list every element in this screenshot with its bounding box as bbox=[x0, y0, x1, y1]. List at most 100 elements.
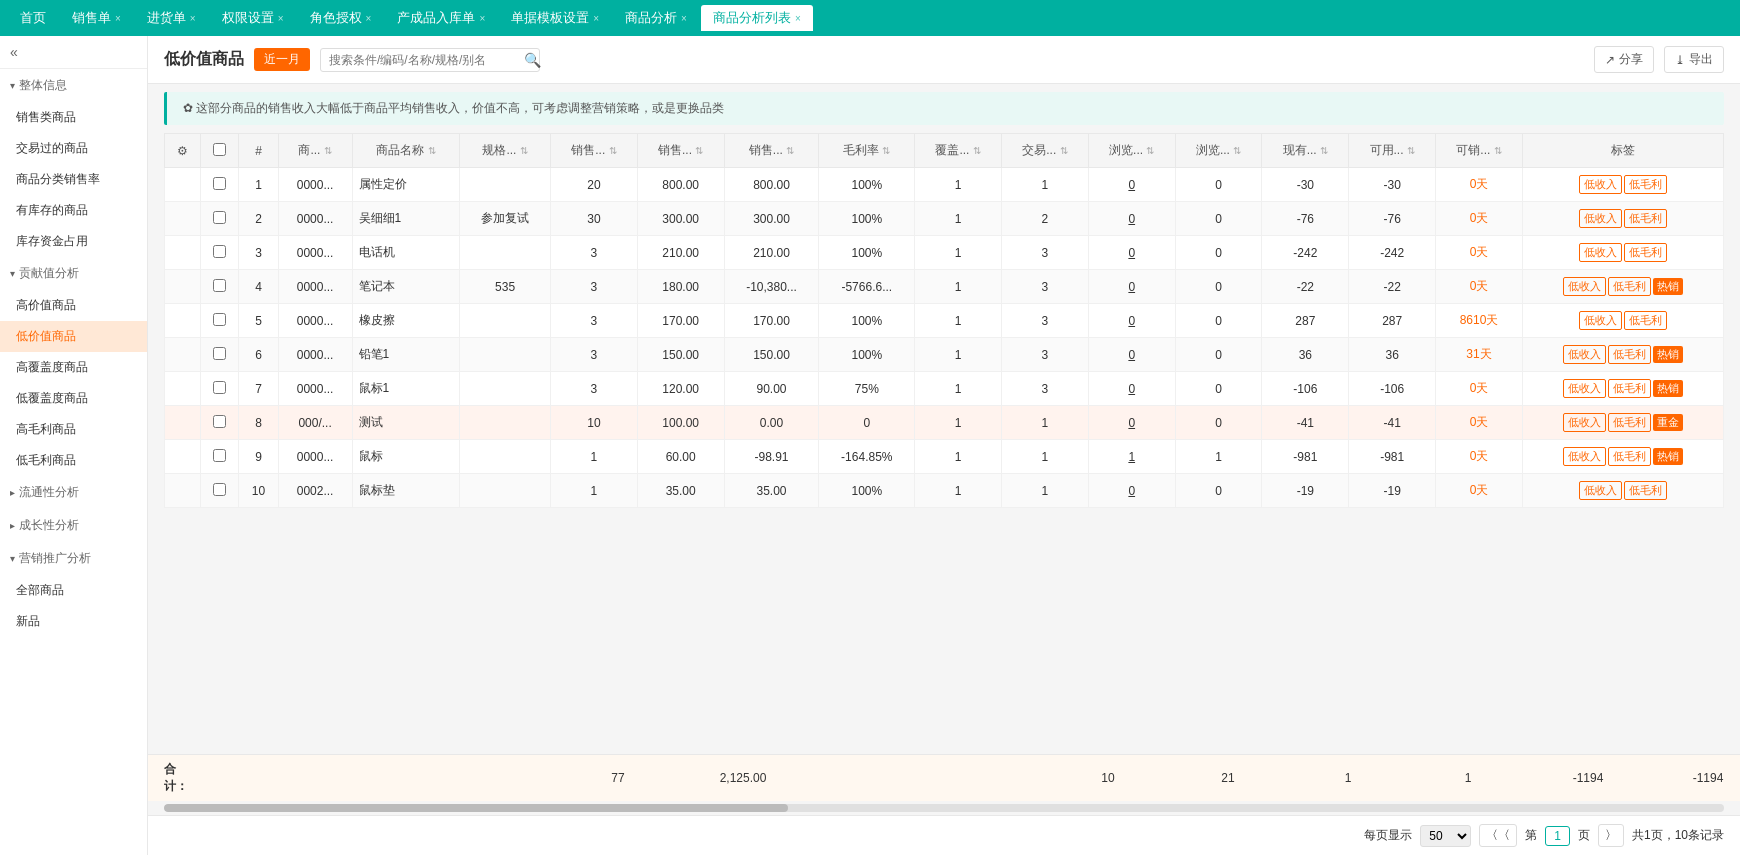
cell-checkbox[interactable] bbox=[200, 474, 239, 508]
export-button[interactable]: ⤓ 导出 bbox=[1664, 46, 1724, 73]
nav-roles[interactable]: 角色授权 × bbox=[298, 5, 384, 31]
sidebar-item-high-margin[interactable]: 高毛利商品 bbox=[0, 414, 147, 445]
sidebar-group-marketing[interactable]: ▾ 营销推广分析 bbox=[0, 542, 147, 575]
nav-close-icon[interactable]: × bbox=[681, 13, 687, 24]
col-gross[interactable]: 毛利率 ⇅ bbox=[819, 134, 915, 168]
nav-home[interactable]: 首页 bbox=[8, 5, 58, 31]
row-checkbox[interactable] bbox=[213, 211, 226, 224]
nav-close-icon[interactable]: × bbox=[795, 13, 801, 24]
nav-permissions[interactable]: 权限设置 × bbox=[210, 5, 296, 31]
sidebar-group-overall[interactable]: ▾ 整体信息 bbox=[0, 69, 147, 102]
nav-goods-analysis[interactable]: 商品分析 × bbox=[613, 5, 699, 31]
nav-close-icon[interactable]: × bbox=[278, 13, 284, 24]
share-button[interactable]: ↗ 分享 bbox=[1594, 46, 1654, 73]
col-browse1[interactable]: 浏览... ⇅ bbox=[1088, 134, 1175, 168]
row-checkbox[interactable] bbox=[213, 177, 226, 190]
cell-checkbox[interactable] bbox=[200, 440, 239, 474]
cell-checkbox[interactable] bbox=[200, 372, 239, 406]
filter-month-btn[interactable]: 近一月 bbox=[254, 48, 310, 71]
col-browse2[interactable]: 浏览... ⇅ bbox=[1175, 134, 1262, 168]
next-page-btn[interactable]: 〉 bbox=[1598, 824, 1624, 847]
nav-close-icon[interactable]: × bbox=[593, 13, 599, 24]
col-trans[interactable]: 交易... ⇅ bbox=[1002, 134, 1089, 168]
browse1-link[interactable]: 0 bbox=[1128, 246, 1135, 260]
row-checkbox[interactable] bbox=[213, 245, 226, 258]
nav-purchase[interactable]: 进货单 × bbox=[135, 5, 208, 31]
cell-checkbox[interactable] bbox=[200, 406, 239, 440]
row-checkbox[interactable] bbox=[213, 381, 226, 394]
col-coverage[interactable]: 覆盖... ⇅ bbox=[915, 134, 1002, 168]
cell-browse1[interactable]: 0 bbox=[1088, 270, 1175, 304]
cell-checkbox[interactable] bbox=[200, 304, 239, 338]
col-sale2[interactable]: 销售... ⇅ bbox=[637, 134, 724, 168]
sidebar-item-low-coverage[interactable]: 低覆盖度商品 bbox=[0, 383, 147, 414]
col-spec[interactable]: 规格... ⇅ bbox=[460, 134, 551, 168]
cell-checkbox[interactable] bbox=[200, 202, 239, 236]
select-all-checkbox[interactable] bbox=[213, 143, 226, 156]
nav-products-in[interactable]: 产成品入库单 × bbox=[385, 5, 497, 31]
row-checkbox[interactable] bbox=[213, 483, 226, 496]
sidebar-item-high-value[interactable]: 高价值商品 bbox=[0, 290, 147, 321]
cell-checkbox[interactable] bbox=[200, 236, 239, 270]
cell-browse1[interactable]: 0 bbox=[1088, 372, 1175, 406]
sidebar-item-stock-capital[interactable]: 库存资金占用 bbox=[0, 226, 147, 257]
cell-browse1[interactable]: 0 bbox=[1088, 474, 1175, 508]
nav-goods-analysis-list[interactable]: 商品分析列表 × bbox=[701, 5, 813, 31]
browse1-link[interactable]: 1 bbox=[1128, 450, 1135, 464]
sidebar-group-liquidity[interactable]: ▸ 流通性分析 bbox=[0, 476, 147, 509]
sidebar-group-growth[interactable]: ▸ 成长性分析 bbox=[0, 509, 147, 542]
row-checkbox[interactable] bbox=[213, 313, 226, 326]
cell-browse1[interactable]: 1 bbox=[1088, 440, 1175, 474]
cell-browse1[interactable]: 0 bbox=[1088, 406, 1175, 440]
browse1-link[interactable]: 0 bbox=[1128, 178, 1135, 192]
col-checkbox[interactable] bbox=[200, 134, 239, 168]
nav-close-icon[interactable]: × bbox=[115, 13, 121, 24]
browse1-link[interactable]: 0 bbox=[1128, 212, 1135, 226]
sidebar-item-low-value[interactable]: 低价值商品 bbox=[0, 321, 147, 352]
first-page-btn[interactable]: 〈〈 bbox=[1479, 824, 1517, 847]
search-input[interactable] bbox=[320, 48, 540, 72]
cell-browse1[interactable]: 0 bbox=[1088, 202, 1175, 236]
nav-template[interactable]: 单据模板设置 × bbox=[499, 5, 611, 31]
col-sale3[interactable]: 销售... ⇅ bbox=[724, 134, 819, 168]
row-checkbox[interactable] bbox=[213, 347, 226, 360]
sidebar-item-low-margin[interactable]: 低毛利商品 bbox=[0, 445, 147, 476]
row-checkbox[interactable] bbox=[213, 415, 226, 428]
cell-checkbox[interactable] bbox=[200, 338, 239, 372]
browse1-link[interactable]: 0 bbox=[1128, 382, 1135, 396]
sidebar-item-traded-products[interactable]: 交易过的商品 bbox=[0, 133, 147, 164]
nav-close-icon[interactable]: × bbox=[190, 13, 196, 24]
row-checkbox[interactable] bbox=[213, 279, 226, 292]
sidebar-item-stock-products[interactable]: 有库存的商品 bbox=[0, 195, 147, 226]
nav-sales-order[interactable]: 销售单 × bbox=[60, 5, 133, 31]
col-name[interactable]: 商品名称 ⇅ bbox=[352, 134, 460, 168]
col-settings[interactable]: ⚙ bbox=[165, 134, 201, 168]
row-checkbox[interactable] bbox=[213, 449, 226, 462]
browse1-link[interactable]: 0 bbox=[1128, 484, 1135, 498]
col-stock2[interactable]: 可用... ⇅ bbox=[1349, 134, 1436, 168]
search-button[interactable]: 🔍 bbox=[524, 52, 541, 68]
sidebar-item-new-products[interactable]: 新品 bbox=[0, 606, 147, 637]
browse1-link[interactable]: 0 bbox=[1128, 280, 1135, 294]
col-sale1[interactable]: 销售... ⇅ bbox=[550, 134, 637, 168]
sidebar-item-sales-products[interactable]: 销售类商品 bbox=[0, 102, 147, 133]
cell-browse1[interactable]: 0 bbox=[1088, 304, 1175, 338]
sidebar-group-contribution[interactable]: ▾ 贡献值分析 bbox=[0, 257, 147, 290]
sidebar-collapse-btn[interactable]: « bbox=[8, 42, 20, 62]
nav-close-icon[interactable]: × bbox=[366, 13, 372, 24]
sidebar-item-category-rate[interactable]: 商品分类销售率 bbox=[0, 164, 147, 195]
col-code[interactable]: 商... ⇅ bbox=[278, 134, 352, 168]
sidebar-item-all-products[interactable]: 全部商品 bbox=[0, 575, 147, 606]
cell-browse1[interactable]: 0 bbox=[1088, 236, 1175, 270]
browse1-link[interactable]: 0 bbox=[1128, 416, 1135, 430]
cell-browse1[interactable]: 0 bbox=[1088, 168, 1175, 202]
browse1-link[interactable]: 0 bbox=[1128, 314, 1135, 328]
cell-checkbox[interactable] bbox=[200, 168, 239, 202]
nav-close-icon[interactable]: × bbox=[479, 13, 485, 24]
sidebar-item-high-coverage[interactable]: 高覆盖度商品 bbox=[0, 352, 147, 383]
per-page-select[interactable]: 50 100 200 bbox=[1420, 825, 1471, 847]
col-stock3[interactable]: 可销... ⇅ bbox=[1436, 134, 1523, 168]
col-stock1[interactable]: 现有... ⇅ bbox=[1262, 134, 1349, 168]
cell-checkbox[interactable] bbox=[200, 270, 239, 304]
cell-browse1[interactable]: 0 bbox=[1088, 338, 1175, 372]
